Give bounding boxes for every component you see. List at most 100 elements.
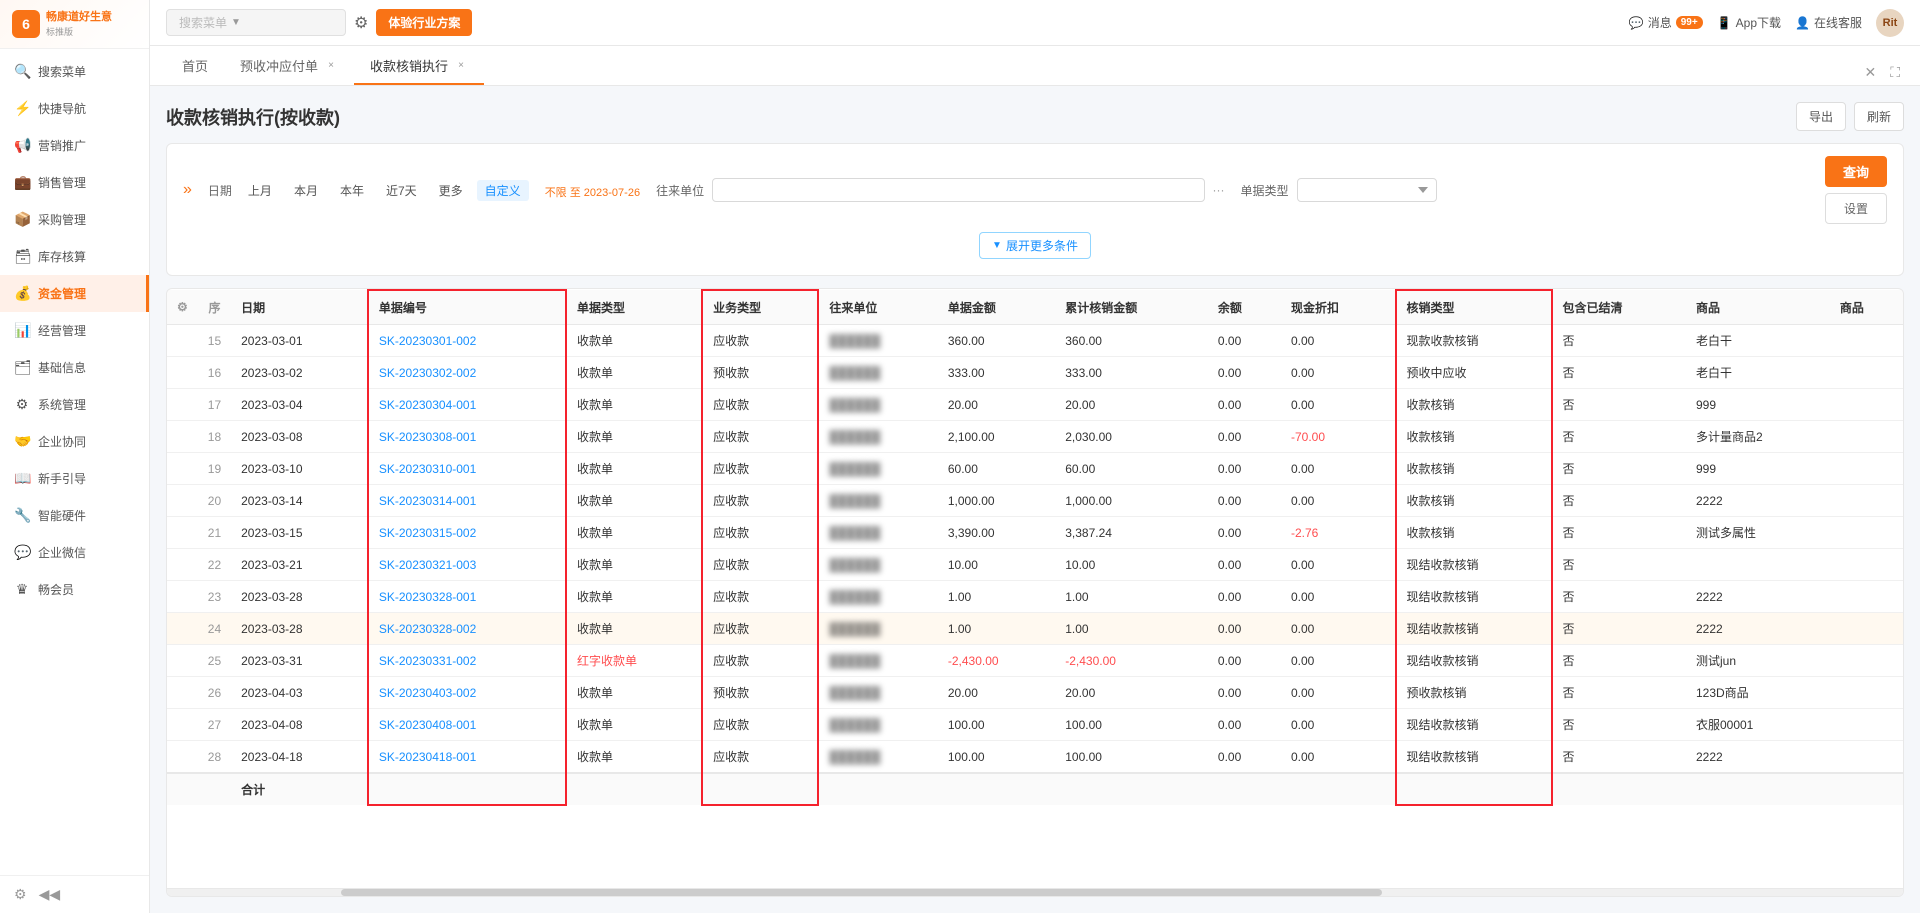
row-checkbox-4[interactable] bbox=[167, 453, 198, 485]
row-voucher-no-13[interactable]: SK-20230418-001 bbox=[368, 741, 566, 774]
row-business-type-12: 应收款 bbox=[702, 709, 818, 741]
row-voucher-no-3[interactable]: SK-20230308-001 bbox=[368, 421, 566, 453]
tab-close-2[interactable]: × bbox=[454, 59, 468, 73]
sidebar-item-14[interactable]: ♛畅会员 bbox=[0, 571, 149, 608]
query-btn[interactable]: 查询 bbox=[1825, 156, 1887, 187]
row-cumulative-1: 333.00 bbox=[1055, 357, 1208, 389]
avatar[interactable]: Rit bbox=[1876, 9, 1904, 37]
settings-footer-icon[interactable]: ⚙ bbox=[14, 886, 27, 903]
row-voucher-no-5[interactable]: SK-20230314-001 bbox=[368, 485, 566, 517]
tab-label-1: 预收冲应付单 bbox=[240, 56, 318, 75]
row-voucher-no-2[interactable]: SK-20230304-001 bbox=[368, 389, 566, 421]
sidebar-item-1[interactable]: ⚡快捷导航 bbox=[0, 90, 149, 127]
sidebar-item-10[interactable]: 🤝企业协同 bbox=[0, 423, 149, 460]
export-btn[interactable]: 导出 bbox=[1796, 102, 1846, 131]
row-voucher-no-10[interactable]: SK-20230331-002 bbox=[368, 645, 566, 677]
row-voucher-no-11[interactable]: SK-20230403-002 bbox=[368, 677, 566, 709]
row-index-13: 28 bbox=[198, 741, 231, 774]
row-checkbox-8[interactable] bbox=[167, 581, 198, 613]
row-date-6: 2023-03-15 bbox=[231, 517, 368, 549]
row-voucher-type-4: 收款单 bbox=[566, 453, 702, 485]
row-checkbox-13[interactable] bbox=[167, 741, 198, 774]
date-7-days-btn[interactable]: 近7天 bbox=[378, 180, 425, 201]
row-voucher-no-0[interactable]: SK-20230301-002 bbox=[368, 325, 566, 357]
notification-badge: 99+ bbox=[1676, 16, 1703, 29]
row-checkbox-3[interactable] bbox=[167, 421, 198, 453]
row-checkbox-2[interactable] bbox=[167, 389, 198, 421]
row-index-11: 26 bbox=[198, 677, 231, 709]
row-checkbox-12[interactable] bbox=[167, 709, 198, 741]
row-product2-6 bbox=[1830, 517, 1903, 549]
sidebar: 6 畅康道好生意 标推版 🔍搜索菜单⚡快捷导航📢营销推广💼销售管理📦采购管理🗃库… bbox=[0, 0, 150, 913]
voucher-type-select[interactable] bbox=[1297, 178, 1437, 202]
date-custom-btn[interactable]: 自定义 bbox=[477, 180, 529, 201]
row-balance-6: 0.00 bbox=[1208, 517, 1281, 549]
tab-close-1[interactable]: × bbox=[324, 59, 338, 73]
expand-more-btn[interactable]: ▼ 展开更多条件 bbox=[979, 232, 1091, 259]
row-balance-4: 0.00 bbox=[1208, 453, 1281, 485]
sidebar-item-4[interactable]: 📦采购管理 bbox=[0, 201, 149, 238]
sidebar-item-7[interactable]: 📊经营管理 bbox=[0, 312, 149, 349]
sidebar-item-0[interactable]: 🔍搜索菜单 bbox=[0, 53, 149, 90]
sidebar-item-5[interactable]: 🗃库存核算 bbox=[0, 238, 149, 275]
sidebar-item-9[interactable]: ⚙系统管理 bbox=[0, 386, 149, 423]
sidebar-item-8[interactable]: 🗂基础信息 bbox=[0, 349, 149, 386]
row-checkbox-9[interactable] bbox=[167, 613, 198, 645]
sidebar-item-13[interactable]: 💬企业微信 bbox=[0, 534, 149, 571]
tab-0[interactable]: 首页 bbox=[166, 48, 224, 85]
row-voucher-no-6[interactable]: SK-20230315-002 bbox=[368, 517, 566, 549]
sidebar-item-2[interactable]: 📢营销推广 bbox=[0, 127, 149, 164]
online-service-item[interactable]: 👤 在线客服 bbox=[1795, 14, 1862, 31]
table-container[interactable]: ⚙ 序 日期 单据编号 单据类型 业务类型 往来单位 单据金额 累计核销金额 余… bbox=[167, 289, 1903, 888]
row-partner-6: ██████ bbox=[818, 517, 938, 549]
date-this-month-btn[interactable]: 本月 bbox=[286, 180, 326, 201]
setting-btn[interactable]: 设置 bbox=[1825, 193, 1887, 224]
row-voucher-no-1[interactable]: SK-20230302-002 bbox=[368, 357, 566, 389]
row-checkbox-10[interactable] bbox=[167, 645, 198, 677]
partner-input[interactable] bbox=[712, 178, 1204, 202]
row-partner-10: ██████ bbox=[818, 645, 938, 677]
row-voucher-no-4[interactable]: SK-20230310-001 bbox=[368, 453, 566, 485]
partner-label: 往来单位 bbox=[656, 182, 704, 199]
sidebar-item-12[interactable]: 🔧智能硬件 bbox=[0, 497, 149, 534]
row-balance-1: 0.00 bbox=[1208, 357, 1281, 389]
row-checkbox-7[interactable] bbox=[167, 549, 198, 581]
row-checkbox-6[interactable] bbox=[167, 517, 198, 549]
th-settings[interactable]: ⚙ bbox=[167, 290, 198, 325]
row-include-settled-3: 否 bbox=[1552, 421, 1686, 453]
notification-label: 消息 bbox=[1648, 14, 1672, 31]
row-balance-11: 0.00 bbox=[1208, 677, 1281, 709]
app-download-item[interactable]: 📱 App下载 bbox=[1717, 14, 1781, 31]
row-checkbox-11[interactable] bbox=[167, 677, 198, 709]
refresh-btn[interactable]: 刷新 bbox=[1854, 102, 1904, 131]
page-header: 收款核销执行(按收款) 导出 刷新 bbox=[166, 102, 1904, 131]
date-more-btn[interactable]: 更多 bbox=[431, 180, 471, 201]
sidebar-item-6[interactable]: 💰资金管理 bbox=[0, 275, 149, 312]
date-this-year-btn[interactable]: 本年 bbox=[332, 180, 372, 201]
trial-btn[interactable]: 体验行业方案 bbox=[376, 9, 472, 36]
row-checkbox-5[interactable] bbox=[167, 485, 198, 517]
tab-2[interactable]: 收款核销执行× bbox=[354, 48, 484, 85]
row-voucher-no-7[interactable]: SK-20230321-003 bbox=[368, 549, 566, 581]
row-cash-discount-11: 0.00 bbox=[1281, 677, 1396, 709]
close-window-icon[interactable]: ✕ bbox=[1860, 60, 1880, 85]
row-voucher-no-12[interactable]: SK-20230408-001 bbox=[368, 709, 566, 741]
horizontal-scrollbar[interactable] bbox=[167, 888, 1903, 896]
row-voucher-no-8[interactable]: SK-20230328-001 bbox=[368, 581, 566, 613]
tab-1[interactable]: 预收冲应付单 × bbox=[224, 48, 354, 85]
row-date-7: 2023-03-21 bbox=[231, 549, 368, 581]
sidebar-item-11[interactable]: 📖新手引导 bbox=[0, 460, 149, 497]
row-checkbox-0[interactable] bbox=[167, 325, 198, 357]
sidebar-label-4: 采购管理 bbox=[38, 211, 86, 228]
sidebar-item-3[interactable]: 💼销售管理 bbox=[0, 164, 149, 201]
row-voucher-no-9[interactable]: SK-20230328-002 bbox=[368, 613, 566, 645]
th-product2: 商品 bbox=[1830, 290, 1903, 325]
collapse-icon[interactable]: ◀◀ bbox=[39, 886, 61, 903]
partner-dots[interactable]: ··· bbox=[1213, 183, 1225, 197]
maximize-window-icon[interactable]: ⛶ bbox=[1886, 60, 1904, 85]
notification-item[interactable]: 💬 消息 99+ bbox=[1629, 14, 1703, 31]
filter-expand-arrow[interactable]: » bbox=[183, 181, 192, 199]
date-last-month-btn[interactable]: 上月 bbox=[240, 180, 280, 201]
row-checkbox-1[interactable] bbox=[167, 357, 198, 389]
topbar-gear-icon[interactable]: ⚙ bbox=[354, 13, 368, 33]
